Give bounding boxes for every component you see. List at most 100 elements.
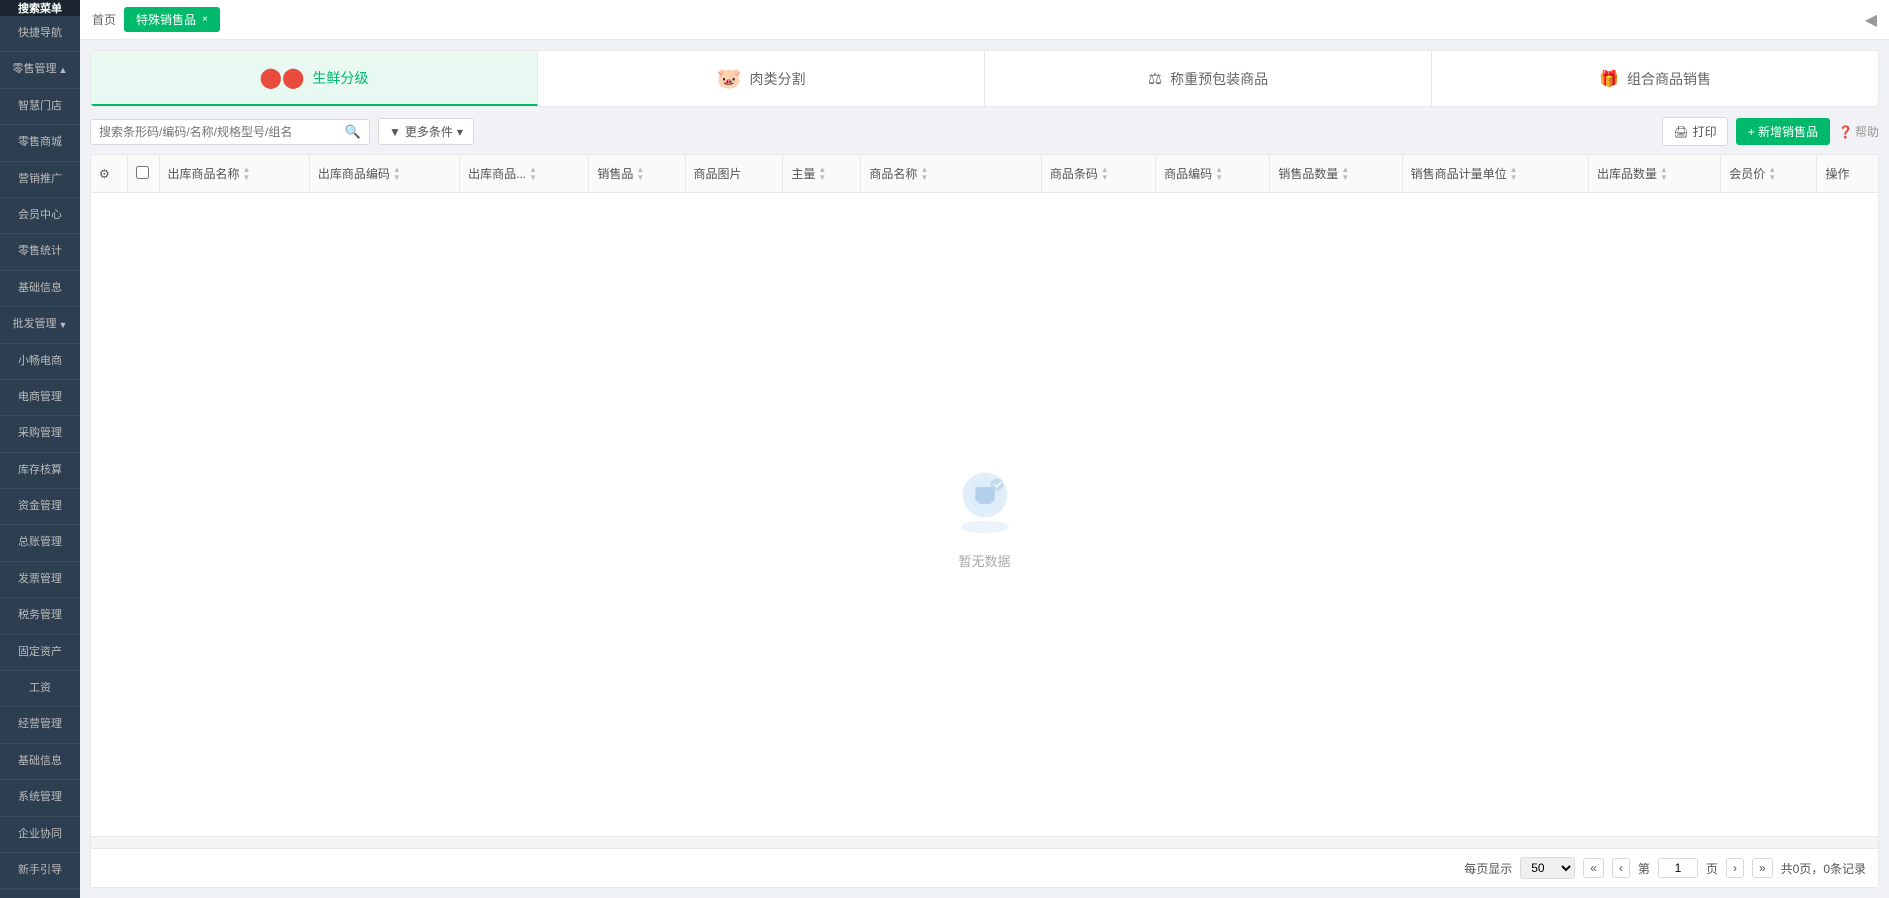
sidebar-item-fixed-assets[interactable]: 固定资产: [0, 635, 80, 671]
sidebar-item-purchase-mgmt[interactable]: 采购管理: [0, 416, 80, 452]
weigh-pack-icon: ⚖: [1148, 69, 1162, 89]
prev-page-button[interactable]: ‹: [1612, 858, 1630, 878]
pagination: 每页显示 50 10 20 100 « ‹ 第 页 › » 共0页，0条记录: [91, 848, 1878, 887]
col-prod-name[interactable]: 商品名称 ▲▼: [861, 155, 1041, 193]
sidebar-item-member-center[interactable]: 会员中心: [0, 198, 80, 234]
sidebar-item-new-guide[interactable]: 新手引导: [0, 853, 80, 889]
col-image: 商品图片: [685, 155, 783, 193]
sidebar: 搜索菜单 快捷导航 零售管理 ▲ 智慧门店 零售商城 营销推广 会员中心 零售统…: [0, 0, 80, 898]
tab-fresh-grade[interactable]: ⬤⬤ 生鲜分级: [91, 51, 538, 106]
col-weight-label: 主量: [791, 165, 815, 182]
home-link[interactable]: 首页: [92, 11, 116, 28]
category-tabs: ⬤⬤ 生鲜分级 🐷 肉类分割 ⚖ 称重预包装商品 🎁 组合商品销售: [90, 50, 1879, 107]
page-number-input[interactable]: [1658, 858, 1698, 878]
filter-button[interactable]: ▼ 更多条件 ▾: [378, 118, 474, 145]
horizontal-scrollbar[interactable]: [91, 836, 1878, 848]
col-sale-unit[interactable]: 销售商品计量单位 ▲▼: [1402, 155, 1588, 193]
toolbar-right: 🖨 打印 + 新增销售品 ❓ 帮助: [1662, 117, 1879, 146]
filter-label: 更多条件: [405, 123, 453, 140]
sidebar-item-operations-mgmt[interactable]: 经营管理: [0, 707, 80, 743]
col-prod-code[interactable]: 商品编码 ▲▼: [1156, 155, 1270, 193]
sidebar-item-wholesale-mgmt[interactable]: 批发管理 ▼: [0, 307, 80, 343]
empty-state-illustration: [945, 459, 1025, 539]
combo-icon: 🎁: [1599, 69, 1619, 89]
col-settings[interactable]: ⚙: [91, 155, 127, 193]
empty-state: 暂无数据: [91, 193, 1878, 836]
col-sale-item[interactable]: 销售品 ▲▼: [589, 155, 685, 193]
col-sale-qty-label: 销售品数量: [1278, 165, 1338, 182]
new-item-label: + 新增销售品: [1748, 123, 1818, 140]
per-page-select[interactable]: 50 10 20 100: [1520, 857, 1575, 879]
tab-weigh-pack[interactable]: ⚖ 称重预包装商品: [985, 51, 1432, 106]
print-button[interactable]: 🖨 打印: [1662, 117, 1727, 146]
sidebar-item-enterprise[interactable]: 企业协同: [0, 817, 80, 853]
fresh-grade-icon: ⬤⬤: [260, 65, 305, 90]
select-all-checkbox[interactable]: [136, 166, 149, 179]
col-outlet-name[interactable]: 出库商品名称 ▲▼: [159, 155, 309, 193]
col-outlet-spec[interactable]: 出库商品... ▲▼: [460, 155, 589, 193]
sidebar-item-salary[interactable]: 工资: [0, 671, 80, 707]
next-page-button[interactable]: ›: [1726, 858, 1744, 878]
col-image-label: 商品图片: [694, 167, 742, 181]
main-content: 首页 特殊销售品 × ◀ ⬤⬤ 生鲜分级 🐷 肉类分割 ⚖ 称重预包装商品: [80, 0, 1889, 898]
sidebar-item-general-ledger[interactable]: 总账管理: [0, 525, 80, 561]
page-suffix: 页: [1706, 860, 1718, 877]
sidebar-item-quick-nav[interactable]: 快捷导航: [0, 16, 80, 52]
toggle-sidebar-icon[interactable]: ◀: [1865, 10, 1877, 30]
col-outlet-spec-label: 出库商品...: [468, 165, 526, 182]
col-outlet-qty-label: 出库品数量: [1597, 165, 1657, 182]
last-page-button[interactable]: »: [1752, 858, 1773, 878]
settings-icon[interactable]: ⚙: [0, 889, 80, 898]
search-box[interactable]: 🔍: [90, 119, 370, 145]
tab-meat-cut[interactable]: 🐷 肉类分割: [538, 51, 985, 106]
first-page-button[interactable]: «: [1583, 858, 1604, 878]
col-barcode[interactable]: 商品条码 ▲▼: [1041, 155, 1155, 193]
col-member-price[interactable]: 会员价 ▲▼: [1721, 155, 1817, 193]
filter-icon: ▼: [389, 125, 401, 139]
sidebar-item-mini-ecom[interactable]: 小畅电商: [0, 344, 80, 380]
sidebar-logo[interactable]: 搜索菜单: [0, 0, 80, 16]
sidebar-item-stock-check[interactable]: 库存核算: [0, 453, 80, 489]
sidebar-item-fund-mgmt[interactable]: 资金管理: [0, 489, 80, 525]
column-settings-icon[interactable]: ⚙: [99, 167, 110, 181]
tab-label: 特殊销售品: [136, 11, 196, 28]
sidebar-item-retail-stats[interactable]: 零售统计: [0, 234, 80, 270]
help-button[interactable]: ❓ 帮助: [1838, 123, 1879, 140]
col-outlet-qty[interactable]: 出库品数量 ▲▼: [1589, 155, 1721, 193]
sidebar-item-smart-store[interactable]: 智慧门店: [0, 89, 80, 125]
col-outlet-code[interactable]: 出库商品编码 ▲▼: [309, 155, 459, 193]
table-container: ⚙ 出库商品名称 ▲▼ 出库: [90, 154, 1879, 888]
col-prod-name-label: 商品名称: [869, 165, 917, 182]
search-input[interactable]: [99, 125, 341, 139]
sidebar-item-basic-info2[interactable]: 基础信息: [0, 744, 80, 780]
meat-cut-icon: 🐷: [717, 66, 742, 91]
close-tab-icon[interactable]: ×: [202, 14, 208, 25]
sidebar-item-ecom-mgmt[interactable]: 电商管理: [0, 380, 80, 416]
table-header: ⚙ 出库商品名称 ▲▼ 出库: [91, 155, 1878, 193]
content-area: ⬤⬤ 生鲜分级 🐷 肉类分割 ⚖ 称重预包装商品 🎁 组合商品销售 🔍: [80, 40, 1889, 898]
new-item-button[interactable]: + 新增销售品: [1736, 118, 1830, 145]
col-sale-unit-label: 销售商品计量单位: [1411, 165, 1507, 182]
toolbar: 🔍 ▼ 更多条件 ▾ 🖨 打印 + 新增销售品 ❓ 帮助: [90, 117, 1879, 146]
help-label: 帮助: [1855, 123, 1879, 140]
sidebar-item-basic-info[interactable]: 基础信息: [0, 271, 80, 307]
sidebar-item-retail-mall[interactable]: 零售商城: [0, 125, 80, 161]
tab-combo[interactable]: 🎁 组合商品销售: [1432, 51, 1878, 106]
sidebar-item-sales-promo[interactable]: 营销推广: [0, 162, 80, 198]
meat-cut-label: 肉类分割: [749, 69, 805, 89]
search-icon[interactable]: 🔍: [345, 124, 361, 140]
sidebar-item-invoice-mgmt[interactable]: 发票管理: [0, 562, 80, 598]
col-sale-qty[interactable]: 销售品数量 ▲▼: [1270, 155, 1402, 193]
sidebar-item-label: 零售管理: [13, 62, 57, 77]
col-outlet-code-label: 出库商品编码: [318, 165, 390, 182]
col-weight[interactable]: 主量 ▲▼: [783, 155, 861, 193]
col-prod-code-label: 商品编码: [1164, 165, 1212, 182]
current-tab[interactable]: 特殊销售品 ×: [124, 7, 220, 32]
sidebar-item-system-mgmt[interactable]: 系统管理: [0, 780, 80, 816]
col-barcode-label: 商品条码: [1050, 165, 1098, 182]
print-label: 打印: [1693, 123, 1717, 140]
total-info: 共0页，0条记录: [1781, 860, 1866, 877]
col-checkbox: [127, 155, 159, 193]
sidebar-item-tax-mgmt[interactable]: 税务管理: [0, 598, 80, 634]
sidebar-item-retail-mgmt[interactable]: 零售管理 ▲: [0, 52, 80, 88]
